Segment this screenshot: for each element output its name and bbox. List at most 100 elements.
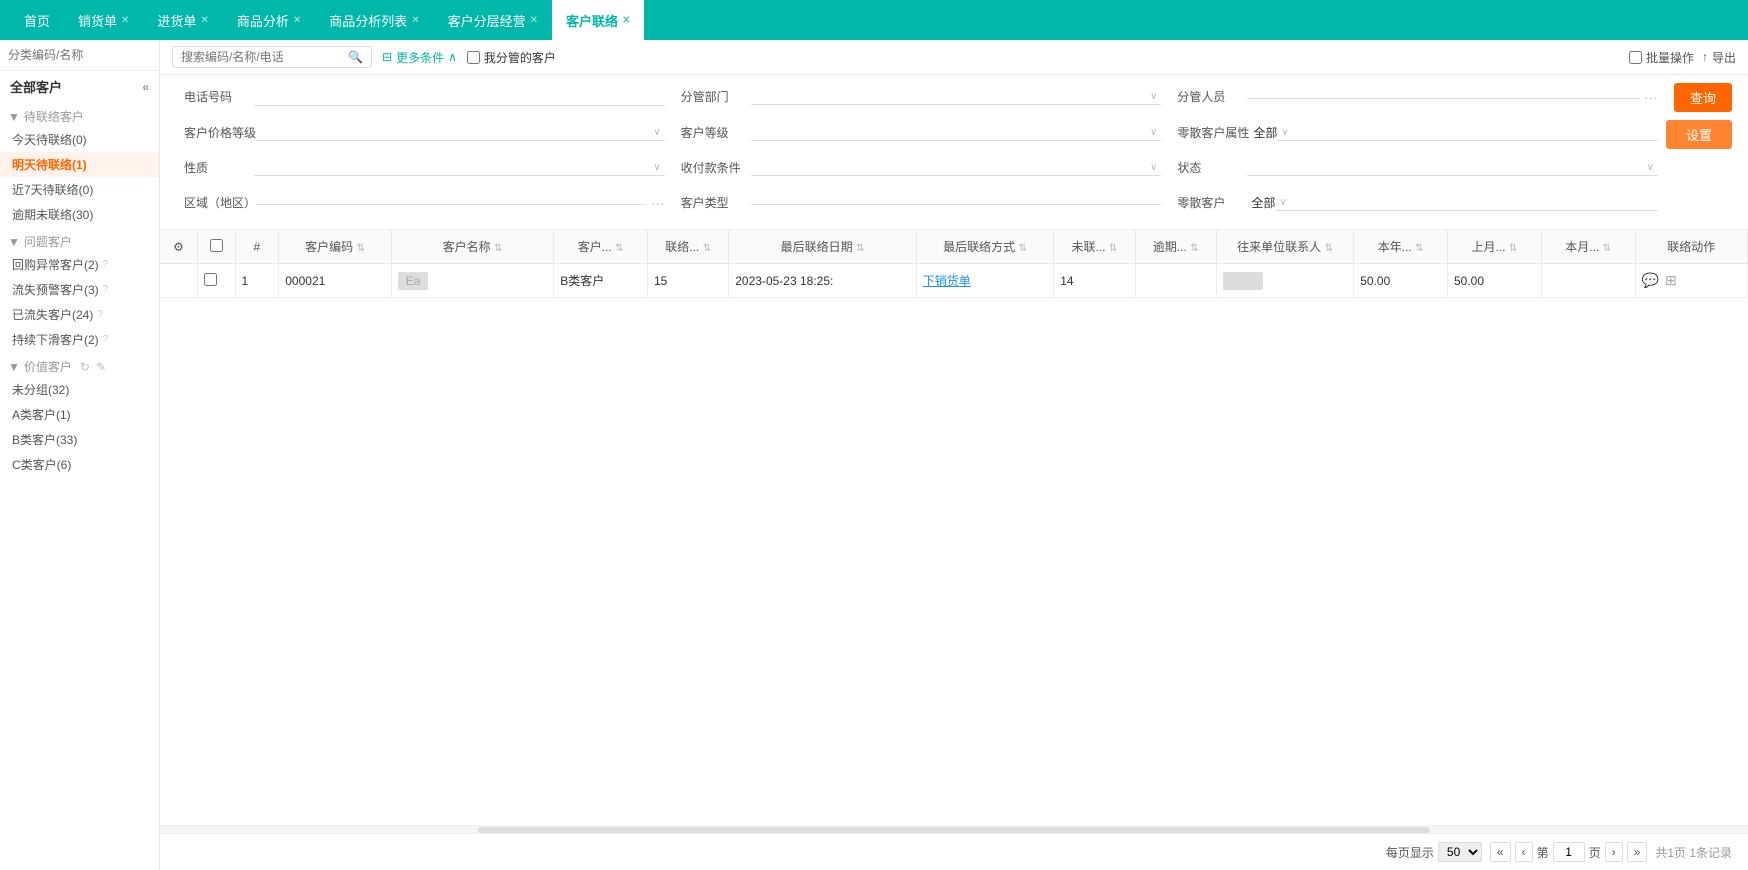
filter-row-1: 电话号码 分管部门 ∨ 分管人员 [176,83,1666,110]
problem-customers-section[interactable]: ▼ 问题客户 [0,227,159,252]
nav-close-sales[interactable]: ✕ [121,15,129,26]
batch-operation-btn[interactable]: 批量操作 [1629,49,1694,66]
value-customers-section[interactable]: ▼ 价值客户 ↻ ✎ [0,352,159,377]
nav-sales-order[interactable]: 销货单 ✕ [64,0,143,40]
th-this-month[interactable]: 本月... ⇅ [1541,230,1635,264]
gender-select[interactable]: ∨ [254,160,665,176]
tomorrow-contact-item[interactable]: 明天待联络(1) [0,152,159,177]
setting-button[interactable]: 设置 [1666,120,1732,149]
nav-product-analysis[interactable]: 商品分析 ✕ [223,0,315,40]
customer-type-select[interactable] [751,200,1162,205]
last-method-link[interactable]: 下销货单 [923,274,971,288]
repurchase-abnormal-item[interactable]: 回购异常客户(2) ? [0,252,159,277]
all-customers-title[interactable]: 全部客户 « [0,71,159,102]
th-code[interactable]: 客户编码 ⇅ [279,230,392,264]
retail-customer-select[interactable]: ∨ [1275,195,1658,211]
search-input[interactable] [181,50,348,64]
status-select[interactable]: ∨ [1247,160,1658,176]
overdue-contact-item[interactable]: 逾期未联络(30) [0,202,159,227]
per-page-select[interactable]: 50 [1438,842,1482,862]
horizontal-scrollbar[interactable] [160,825,1748,833]
th-this-year[interactable]: 本年... ⇅ [1354,230,1448,264]
search-box[interactable]: 🔍 [172,46,372,68]
th-no-contact[interactable]: 未联... ⇅ [1054,230,1135,264]
dept-select[interactable]: ∨ [751,89,1162,105]
batch-checkbox[interactable] [1629,51,1642,64]
row-checkbox[interactable] [204,273,217,286]
th-type[interactable]: 客户... ⇅ [554,230,648,264]
region-select[interactable] [256,200,647,205]
refresh-icon[interactable]: ↻ [80,360,90,374]
chevron-down-icon-price: ∨ [653,127,660,138]
phone-input[interactable] [254,87,665,106]
class-c-item[interactable]: C类客户(6) [0,452,159,477]
status-filter: 状态 ∨ [1169,155,1666,180]
next-page-btn[interactable]: › [1605,842,1623,862]
nav-product-analysis-list[interactable]: 商品分析列表 ✕ [315,0,433,40]
nav-close-layered[interactable]: ✕ [530,15,538,26]
td-last-month: 50.00 [1448,264,1542,298]
th-settings[interactable]: ⚙ [160,230,198,264]
grid-icon[interactable]: ⊞ [1665,272,1677,289]
chevron-up-icon: ∧ [448,50,457,64]
today-contact-item[interactable]: 今天待联络(0) [0,127,159,152]
nav-close-contact[interactable]: ✕ [622,15,630,26]
gender-filter: 性质 ∨ [176,155,673,180]
td-no-contact: 14 [1054,264,1135,298]
collapse-icon: « [142,80,149,94]
person-dots-icon[interactable]: ··· [1644,89,1658,105]
nav-close-product-analysis[interactable]: ✕ [293,15,301,26]
ungrouped-item[interactable]: 未分组(32) [0,377,159,402]
payment-select[interactable]: ∨ [751,160,1162,176]
sort-icon-no-contact: ⇅ [1109,243,1117,254]
page-input[interactable] [1553,842,1585,862]
th-last-contact-method[interactable]: 最后联络方式 ⇅ [916,230,1054,264]
more-conditions-btn[interactable]: ⊟ 更多条件 ∧ [382,49,457,66]
nav-home[interactable]: 首页 [10,0,64,40]
th-contacts-person[interactable]: 往来单位联系人 ⇅ [1216,230,1354,264]
nav-close-product-list[interactable]: ✕ [411,15,419,26]
nav-purchase-order[interactable]: 进货单 ✕ [143,0,222,40]
class-b-item[interactable]: B类客户(33) [0,427,159,452]
first-page-btn[interactable]: « [1490,842,1511,862]
my-customers-filter: 我分管的客户 [467,49,556,66]
th-last-contact-date[interactable]: 最后联络日期 ⇅ [729,230,917,264]
person-select[interactable] [1247,94,1640,99]
help-icon-down: ? [103,334,109,345]
sidebar-search-input[interactable] [8,48,160,62]
region-dots-icon[interactable]: ··· [651,195,665,211]
pending-contact-section[interactable]: ▼ 待联络客户 [0,102,159,127]
export-btn[interactable]: ↑ 导出 [1702,49,1736,66]
class-a-item[interactable]: A类客户(1) [0,402,159,427]
chevron-down-icon-gender: ∨ [653,162,660,173]
last-page-btn[interactable]: » [1627,842,1648,862]
pagination-area: « ‹ 第 页 › » [1490,842,1647,862]
th-overdue[interactable]: 逾期... ⇅ [1135,230,1216,264]
filter-row-3: 性质 ∨ 收付款条件 ∨ [176,155,1666,180]
sort-icon-this-month: ⇅ [1603,243,1611,254]
toolbar-right-area: 批量操作 ↑ 导出 [1629,49,1736,66]
retail-attr-select[interactable]: ∨ [1277,125,1658,141]
lost-warning-item[interactable]: 流失预警客户(3) ? [0,277,159,302]
dept-filter: 分管部门 ∨ [673,84,1170,109]
message-icon[interactable]: 💬 [1642,272,1659,289]
already-lost-item[interactable]: 已流失客户(24) ? [0,302,159,327]
nav-customer-contact[interactable]: 客户联络 ✕ [552,0,644,40]
nav-customer-layered[interactable]: 客户分层经营 ✕ [434,0,552,40]
price-level-select[interactable]: ∨ [256,125,665,141]
nav-close-purchase[interactable]: ✕ [200,15,208,26]
customer-level-select[interactable]: ∨ [751,125,1162,141]
filter-row-2: 客户价格等级 ∨ 客户等级 ∨ [176,120,1666,145]
search-icon[interactable]: 🔍 [348,50,363,64]
week-contact-item[interactable]: 近7天待联络(0) [0,177,159,202]
th-name[interactable]: 客户名称 ⇅ [391,230,554,264]
prev-page-btn[interactable]: ‹ [1515,842,1533,862]
th-last-month[interactable]: 上月... ⇅ [1448,230,1542,264]
continue-down-item[interactable]: 持续下滑客户(2) ? [0,327,159,352]
my-customers-checkbox[interactable] [467,51,480,64]
th-contact[interactable]: 联络... ⇅ [648,230,729,264]
edit-icon[interactable]: ✎ [96,360,106,374]
select-all-checkbox[interactable] [210,239,223,252]
query-button[interactable]: 查询 [1674,83,1732,112]
td-contacts-person [1216,264,1354,298]
